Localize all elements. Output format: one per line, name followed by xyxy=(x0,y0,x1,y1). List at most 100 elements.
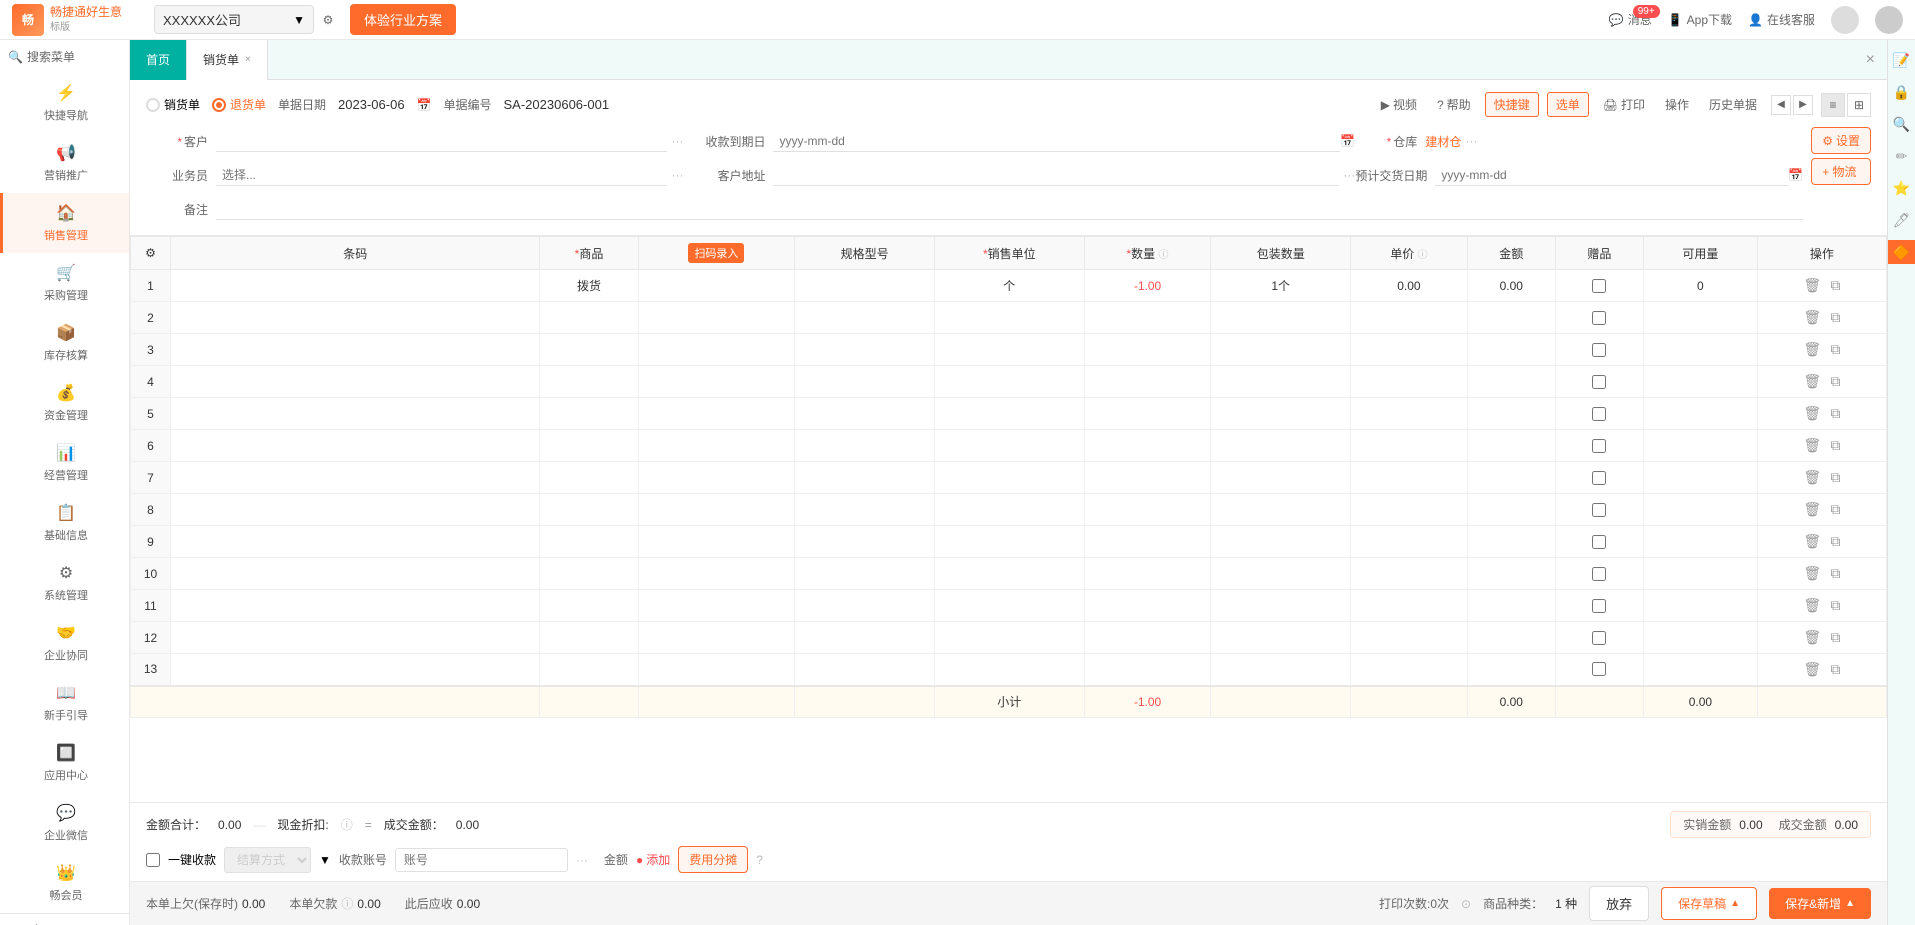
row-quantity[interactable]: -1.00 xyxy=(1084,270,1211,302)
row-spec[interactable] xyxy=(795,366,935,398)
gift-checkbox[interactable] xyxy=(1592,279,1606,293)
row-price[interactable] xyxy=(1351,526,1468,558)
gift-checkbox[interactable] xyxy=(1592,662,1606,676)
row-spec[interactable] xyxy=(795,270,935,302)
note-input[interactable] xyxy=(216,199,1803,220)
row-pack-qty[interactable] xyxy=(1211,590,1351,622)
row-quantity[interactable] xyxy=(1084,334,1211,366)
row-gift[interactable] xyxy=(1555,494,1643,526)
row-barcode[interactable] xyxy=(171,302,540,334)
row-quantity[interactable] xyxy=(1084,430,1211,462)
gift-checkbox[interactable] xyxy=(1592,503,1606,517)
row-gift[interactable] xyxy=(1555,270,1643,302)
gift-checkbox[interactable] xyxy=(1592,343,1606,357)
sidebar-item-system[interactable]: ⚙ 系统管理 xyxy=(0,553,129,613)
side-panel-pen-icon[interactable]: 🖊 xyxy=(1890,208,1914,232)
sidebar-item-sales[interactable]: 🏠 销售管理 xyxy=(0,193,129,253)
barcode-input[interactable] xyxy=(179,631,531,645)
select-btn[interactable]: 选单 xyxy=(1547,92,1589,117)
sidebar-item-collab[interactable]: 🤝 企业协同 xyxy=(0,613,129,673)
video-btn[interactable]: ▶ 视频 xyxy=(1375,93,1423,116)
tab-home[interactable]: 首页 xyxy=(130,40,187,80)
save-new-button[interactable]: 保存&新增 ▲ xyxy=(1769,888,1871,919)
row-spec[interactable] xyxy=(795,558,935,590)
row-unit[interactable]: 个 xyxy=(934,270,1084,302)
barcode-input[interactable] xyxy=(179,471,531,485)
row-amount[interactable] xyxy=(1467,494,1555,526)
avatar-2[interactable] xyxy=(1875,6,1903,34)
row-unit[interactable] xyxy=(934,334,1084,366)
row-barcode[interactable] xyxy=(171,430,540,462)
delete-row-icon[interactable]: 🗑 xyxy=(1800,469,1824,485)
row-amount[interactable] xyxy=(1467,334,1555,366)
row-amount[interactable] xyxy=(1467,526,1555,558)
print-btn[interactable]: 🖨 打印 xyxy=(1597,93,1651,116)
row-price[interactable] xyxy=(1351,558,1468,590)
online-service-action[interactable]: 👤 在线客服 xyxy=(1748,11,1815,28)
th-scan[interactable]: 扫码录入 xyxy=(638,237,795,270)
copy-row-icon[interactable]: ⧉ xyxy=(1827,469,1843,485)
row-gift[interactable] xyxy=(1555,398,1643,430)
row-product[interactable] xyxy=(540,622,638,654)
side-panel-star-icon[interactable]: ⭐ xyxy=(1890,176,1914,200)
delete-row-icon[interactable]: 🗑 xyxy=(1800,341,1824,357)
copy-row-icon[interactable]: ⧉ xyxy=(1827,501,1843,517)
gift-checkbox[interactable] xyxy=(1592,439,1606,453)
delete-row-icon[interactable]: 🗑 xyxy=(1800,405,1824,421)
sidebar-item-purchase[interactable]: 🛒 采购管理 xyxy=(0,253,129,313)
row-pack-qty[interactable] xyxy=(1211,302,1351,334)
row-unit[interactable] xyxy=(934,526,1084,558)
app-download-action[interactable]: 📱 App下载 xyxy=(1668,11,1732,28)
radio-sales-order[interactable]: 销货单 xyxy=(146,96,200,113)
row-gift[interactable] xyxy=(1555,622,1643,654)
delete-row-icon[interactable]: 🗑 xyxy=(1800,565,1824,581)
row-price[interactable] xyxy=(1351,398,1468,430)
row-spec[interactable] xyxy=(795,654,935,686)
row-quantity[interactable] xyxy=(1084,590,1211,622)
row-quantity[interactable] xyxy=(1084,494,1211,526)
gift-checkbox[interactable] xyxy=(1592,375,1606,389)
copy-row-icon[interactable]: ⧉ xyxy=(1827,373,1843,389)
row-pack-qty[interactable] xyxy=(1211,398,1351,430)
row-gift[interactable] xyxy=(1555,302,1643,334)
side-panel-lock-icon[interactable]: 🔒 xyxy=(1890,80,1914,104)
delete-row-icon[interactable]: 🗑 xyxy=(1800,373,1824,389)
row-unit[interactable] xyxy=(934,494,1084,526)
customer-addr-dots[interactable]: ··· xyxy=(1343,168,1355,182)
row-amount[interactable] xyxy=(1467,654,1555,686)
row-price[interactable] xyxy=(1351,462,1468,494)
tabs-close-all[interactable]: × xyxy=(1866,51,1887,69)
row-spec[interactable] xyxy=(795,590,935,622)
row-gift[interactable] xyxy=(1555,654,1643,686)
save-draft-button[interactable]: 保存草稿 ▲ xyxy=(1661,887,1757,920)
row-barcode[interactable] xyxy=(171,494,540,526)
due-date-calendar-icon[interactable]: 📅 xyxy=(1340,134,1355,148)
row-spec[interactable] xyxy=(795,462,935,494)
row-barcode[interactable] xyxy=(171,622,540,654)
row-product[interactable] xyxy=(540,494,638,526)
row-pack-qty[interactable]: 1个 xyxy=(1211,270,1351,302)
customer-input[interactable] xyxy=(216,131,667,152)
row-product[interactable] xyxy=(540,558,638,590)
delete-row-icon[interactable]: 🗑 xyxy=(1800,309,1824,325)
message-action[interactable]: 💬 消息 99+ xyxy=(1609,11,1652,28)
warehouse-value[interactable]: 建材仓 xyxy=(1425,133,1461,150)
warehouse-dots[interactable]: ··· xyxy=(1465,134,1477,148)
radio-return-order[interactable]: 退货单 xyxy=(212,96,266,113)
row-pack-qty[interactable] xyxy=(1211,654,1351,686)
row-product[interactable] xyxy=(540,654,638,686)
row-amount[interactable] xyxy=(1467,590,1555,622)
row-spec[interactable] xyxy=(795,430,935,462)
row-pack-qty[interactable] xyxy=(1211,558,1351,590)
gift-checkbox[interactable] xyxy=(1592,311,1606,325)
gift-checkbox[interactable] xyxy=(1592,471,1606,485)
row-gift[interactable] xyxy=(1555,590,1643,622)
row-product[interactable] xyxy=(540,302,638,334)
barcode-input[interactable] xyxy=(179,599,531,613)
customer-addr-input[interactable] xyxy=(773,165,1339,186)
row-quantity[interactable] xyxy=(1084,366,1211,398)
settings-gear-icon[interactable]: ⚙ xyxy=(314,6,342,34)
gift-checkbox[interactable] xyxy=(1592,535,1606,549)
copy-row-icon[interactable]: ⧉ xyxy=(1827,661,1843,677)
sidebar-item-guide[interactable]: 📖 新手引导 xyxy=(0,673,129,733)
